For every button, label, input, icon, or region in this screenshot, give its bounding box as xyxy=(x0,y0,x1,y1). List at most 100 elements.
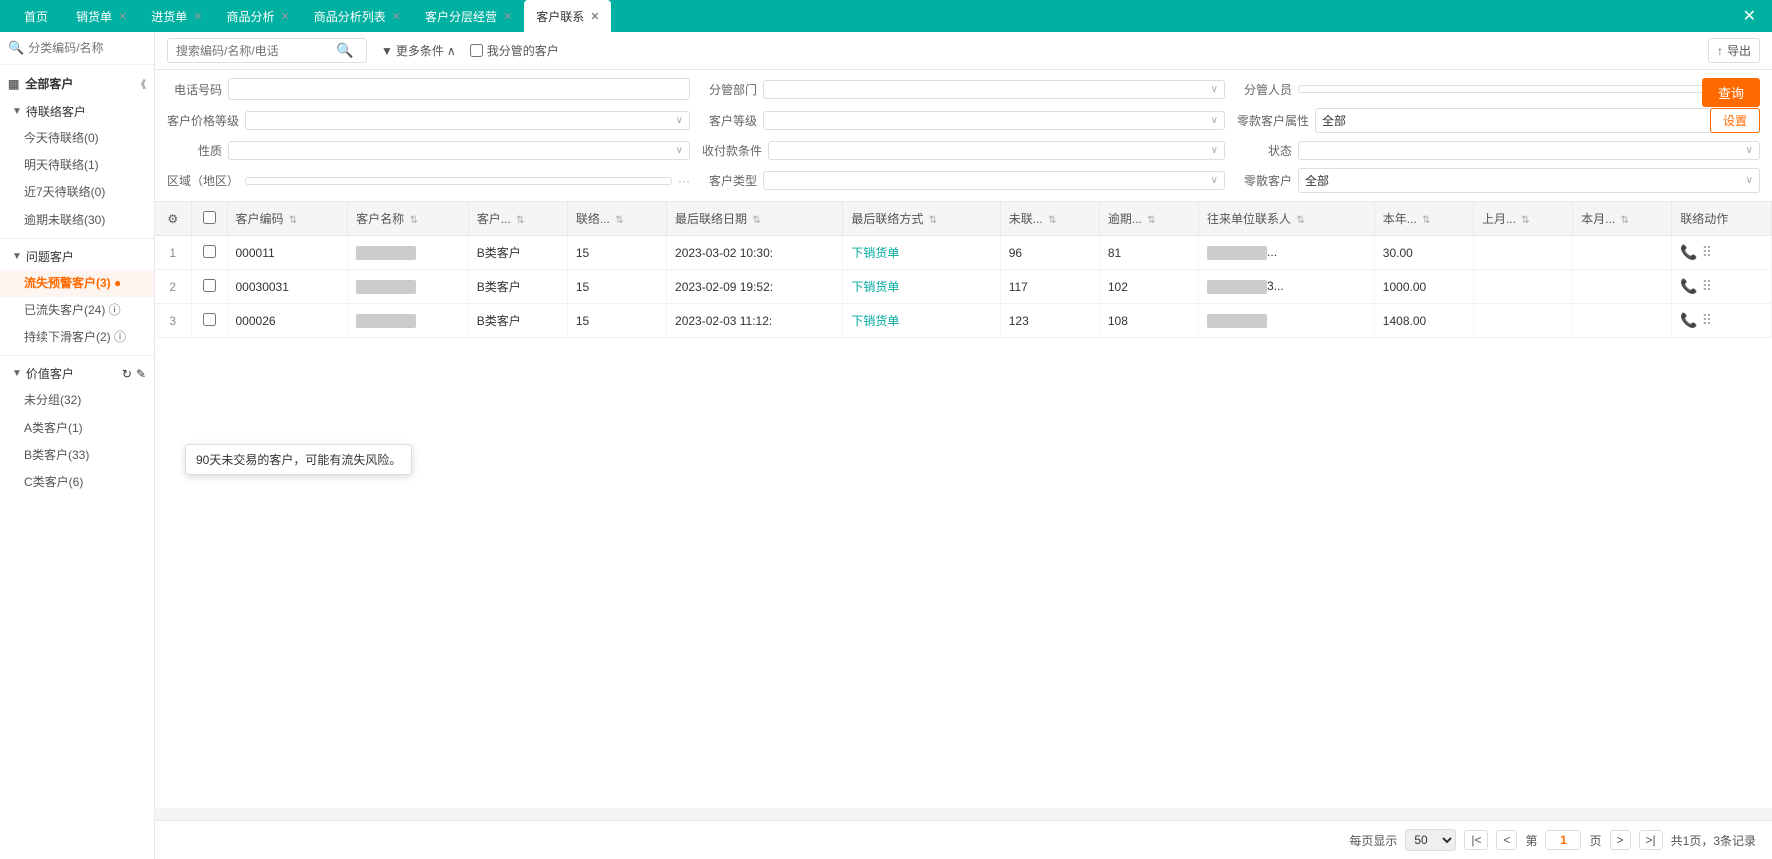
col-contact[interactable]: 联络... ⇅ xyxy=(567,202,666,236)
payment-select[interactable]: ∨ xyxy=(768,141,1225,160)
settings-button[interactable]: 设置 xyxy=(1710,108,1760,133)
col-last-date[interactable]: 最后联络日期 ⇅ xyxy=(667,202,843,236)
per-page-select[interactable]: 50 100 200 xyxy=(1405,829,1456,851)
export-button[interactable]: ↑ 导出 xyxy=(1708,38,1760,63)
row3-checkbox[interactable] xyxy=(191,304,227,338)
edit-icon[interactable]: ✎ xyxy=(136,367,146,381)
col-code[interactable]: 客户编码 ⇅ xyxy=(227,202,348,236)
row3-last-method[interactable]: 下销货单 xyxy=(843,304,1000,338)
tab-goods-analysis-close[interactable]: ✕ xyxy=(281,10,290,23)
sidebar-all-customers[interactable]: ▦ 全部客户 《 xyxy=(0,69,154,98)
row2-uncontacted: 117 xyxy=(1000,270,1099,304)
more-conditions-button[interactable]: ▼ 更多条件 ∧ xyxy=(375,39,462,62)
gender-select[interactable]: ∨ xyxy=(228,141,690,160)
customer-type-select[interactable]: ∨ xyxy=(763,171,1225,190)
row1-phone-icon[interactable]: 📞 xyxy=(1680,244,1697,261)
filter-row-payment: 收付款条件 ∨ xyxy=(702,141,1225,160)
window-close-button[interactable]: ✕ xyxy=(1735,6,1764,26)
tab-sales[interactable]: 销货单 ✕ xyxy=(64,0,139,32)
tab-home[interactable]: 首页 xyxy=(8,0,64,32)
customer-level-select[interactable]: ∨ xyxy=(763,111,1225,130)
sidebar-item-tomorrow-pending[interactable]: 明天待联络(1) xyxy=(0,152,154,179)
payment-arrow: ∨ xyxy=(1211,145,1218,156)
last-date-sort-icon: ⇅ xyxy=(752,215,760,226)
sidebar-item-class-b[interactable]: B类客户(33) xyxy=(0,442,154,469)
sidebar-group-pending[interactable]: ▼ 待联络客户 xyxy=(0,98,154,125)
row1-checkbox[interactable] xyxy=(191,236,227,270)
row1-method-link[interactable]: 下销货单 xyxy=(851,246,899,260)
person-select[interactable] xyxy=(1298,85,1742,93)
row1-contact-person: ... xyxy=(1199,236,1375,270)
tab-goods-analysis-list[interactable]: 商品分析列表 ✕ xyxy=(302,0,413,32)
my-customers-checkbox[interactable] xyxy=(470,44,483,57)
sidebar-item-churned[interactable]: 已流失客户(24) ⓘ xyxy=(0,297,154,324)
col-last-month[interactable]: 上月... ⇅ xyxy=(1473,202,1572,236)
row1-last-method[interactable]: 下销货单 xyxy=(843,236,1000,270)
sidebar-item-today-pending[interactable]: 今天待联络(0) xyxy=(0,125,154,152)
col-settings[interactable]: ⚙ xyxy=(155,202,191,236)
customer-level-arrow: ∨ xyxy=(1211,115,1218,126)
scrollbar[interactable] xyxy=(155,808,1772,820)
row2-more-icon[interactable]: ⠿ xyxy=(1702,278,1712,295)
sidebar-search-input[interactable] xyxy=(28,41,146,55)
sidebar-item-ungrouped[interactable]: 未分组(32) xyxy=(0,387,154,414)
row2-phone-icon[interactable]: 📞 xyxy=(1680,278,1697,295)
page-number-input[interactable] xyxy=(1545,830,1581,850)
refresh-icon[interactable]: ↻ xyxy=(122,367,132,381)
row3-phone-icon[interactable]: 📞 xyxy=(1680,312,1697,329)
region-dots[interactable]: ··· xyxy=(678,174,690,188)
row3-more-icon[interactable]: ⠿ xyxy=(1702,312,1712,329)
col-this-year[interactable]: 本年... ⇅ xyxy=(1374,202,1473,236)
sidebar-item-week-pending[interactable]: 近7天待联络(0) xyxy=(0,179,154,206)
row1-more-icon[interactable]: ⠿ xyxy=(1702,244,1712,261)
tab-purchase[interactable]: 进货单 ✕ xyxy=(139,0,214,32)
sidebar-item-declining[interactable]: 持续下滑客户(2) ⓘ xyxy=(0,324,154,351)
first-page-button[interactable]: |< xyxy=(1464,830,1488,850)
my-customers-checkbox-wrap[interactable]: 我分管的客户 xyxy=(470,42,559,59)
row2-last-method[interactable]: 下销货单 xyxy=(843,270,1000,304)
sidebar-item-class-c[interactable]: C类客户(6) xyxy=(0,469,154,496)
customer-type-arrow: ∨ xyxy=(1211,175,1218,186)
region-select[interactable] xyxy=(245,177,672,185)
col-overdue[interactable]: 逾期... ⇅ xyxy=(1099,202,1198,236)
tab-customer-contact-close[interactable]: ✕ xyxy=(590,10,599,23)
col-name[interactable]: 客户名称 ⇅ xyxy=(348,202,469,236)
search-button[interactable]: 🔍 xyxy=(336,42,353,59)
last-page-button[interactable]: >| xyxy=(1639,830,1663,850)
search-input[interactable] xyxy=(176,44,336,58)
prev-page-button[interactable]: < xyxy=(1496,830,1517,850)
tab-customer-contact[interactable]: 客户联系 ✕ xyxy=(524,0,611,32)
tab-customer-tier-close[interactable]: ✕ xyxy=(503,10,512,23)
col-uncontacted[interactable]: 未联... ⇅ xyxy=(1000,202,1099,236)
row2-checkbox[interactable] xyxy=(191,270,227,304)
select-all-checkbox[interactable] xyxy=(203,211,216,224)
row3-method-link[interactable]: 下销货单 xyxy=(851,314,899,328)
tab-goods-analysis-list-close[interactable]: ✕ xyxy=(392,10,401,23)
tab-customer-tier[interactable]: 客户分层经营 ✕ xyxy=(413,0,524,32)
sidebar-item-churn-warning[interactable]: 流失预警客户(3) ● xyxy=(0,270,154,297)
col-type[interactable]: 客户... ⇅ xyxy=(468,202,567,236)
price-level-arrow: ∨ xyxy=(676,115,683,126)
col-last-method[interactable]: 最后联络方式 ⇅ xyxy=(843,202,1000,236)
sidebar-group-value[interactable]: ▼ 价值客户 ↻ ✎ xyxy=(0,360,154,387)
col-contact-person[interactable]: 往来单位联系人 ⇅ xyxy=(1199,202,1375,236)
gender-arrow: ∨ xyxy=(676,145,683,156)
row2-method-link[interactable]: 下销货单 xyxy=(851,280,899,294)
col-this-month[interactable]: 本月... ⇅ xyxy=(1573,202,1672,236)
filter-row-zero-customer: 零散客户 全部 ∨ xyxy=(1237,168,1760,193)
phone-input[interactable] xyxy=(228,78,690,100)
sidebar-group-problem[interactable]: ▼ 问题客户 xyxy=(0,243,154,270)
next-page-button[interactable]: > xyxy=(1610,830,1631,850)
query-button[interactable]: 查询 xyxy=(1702,78,1760,107)
dept-select[interactable]: ∨ xyxy=(763,80,1225,99)
tab-purchase-close[interactable]: ✕ xyxy=(193,10,202,23)
sidebar-item-class-a[interactable]: A类客户(1) xyxy=(0,415,154,442)
tab-sales-close[interactable]: ✕ xyxy=(118,10,127,23)
sidebar-item-overdue[interactable]: 逾期未联络(30) xyxy=(0,207,154,234)
zero-customer-select[interactable]: 全部 ∨ xyxy=(1298,168,1760,193)
tab-goods-analysis[interactable]: 商品分析 ✕ xyxy=(214,0,301,32)
status-select[interactable]: ∨ xyxy=(1298,141,1760,160)
zero-attr-select[interactable]: 全部 ∨ xyxy=(1315,108,1760,133)
price-level-select[interactable]: ∨ xyxy=(245,111,690,130)
status-label: 状态 xyxy=(1237,142,1292,159)
